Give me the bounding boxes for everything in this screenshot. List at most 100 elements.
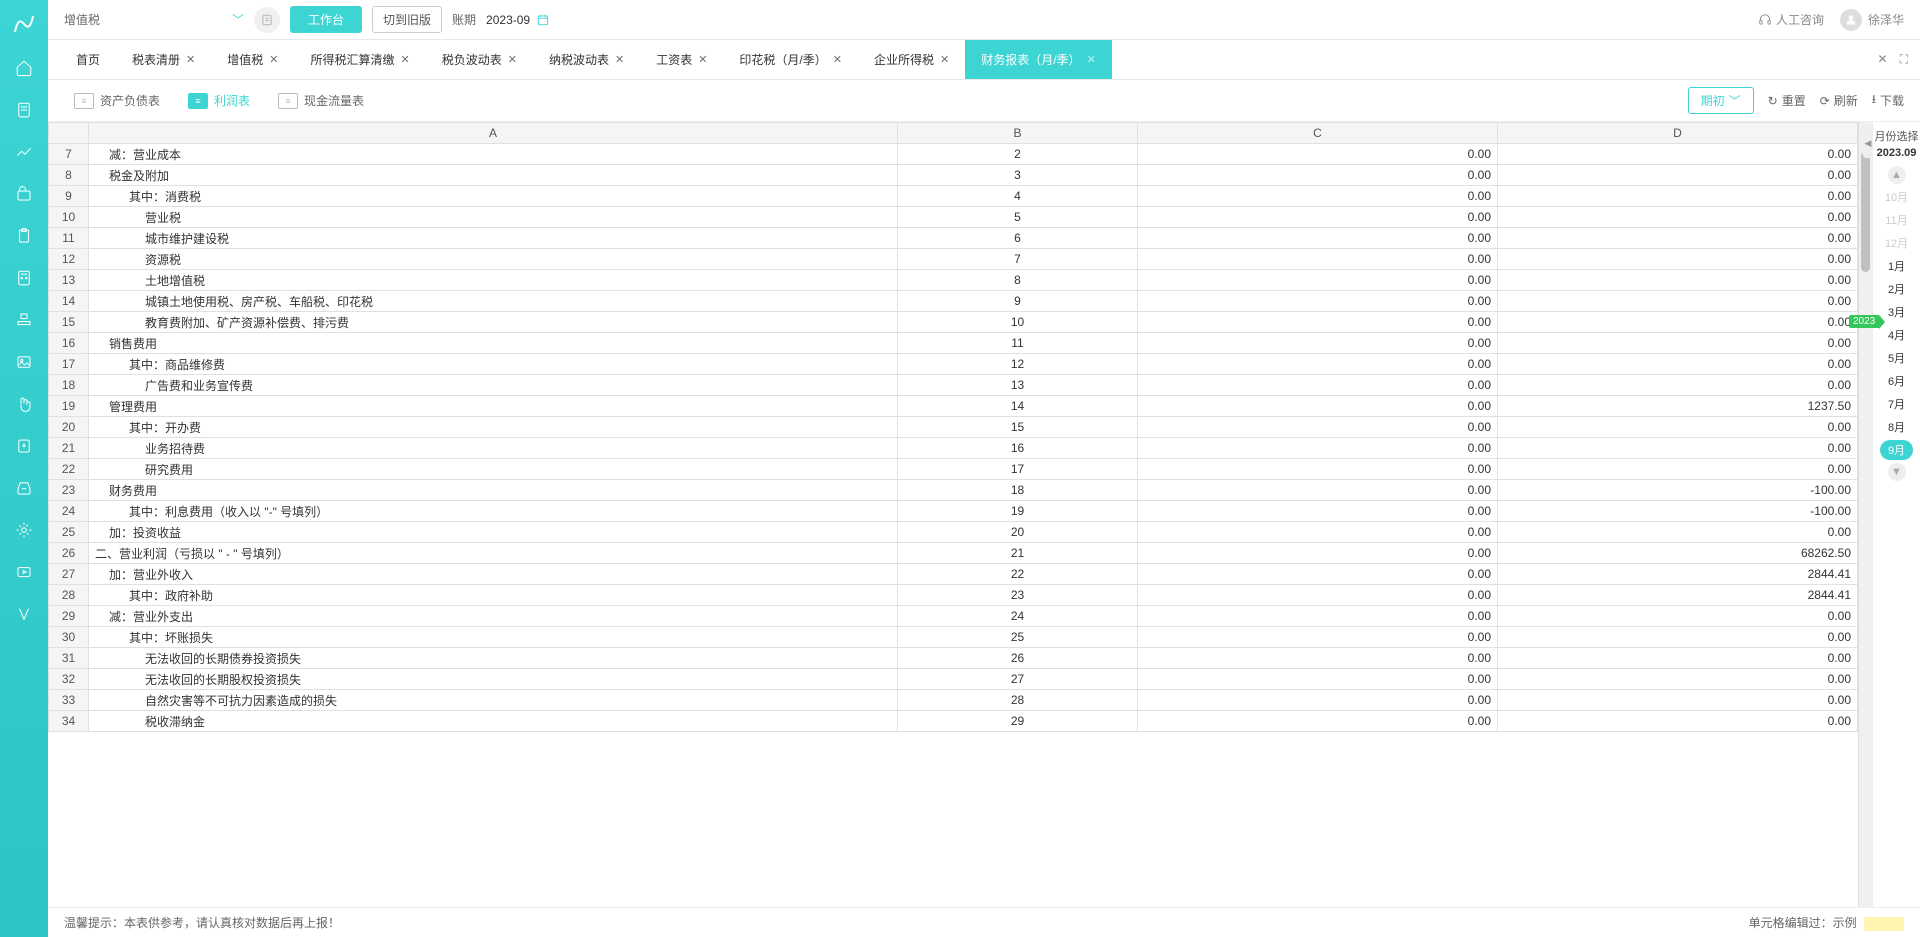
month-item[interactable]: 12月 [1881, 233, 1912, 253]
cell[interactable]: 自然灾害等不可抗力因素造成的损失 [89, 690, 898, 711]
cell[interactable]: 0.00 [1498, 228, 1858, 249]
month-item[interactable]: 9月 [1880, 440, 1913, 460]
tab[interactable]: 税表清册✕ [116, 40, 211, 80]
cell[interactable]: 研究费用 [89, 459, 898, 480]
cell[interactable]: 0.00 [1498, 711, 1858, 732]
cell[interactable]: 9 [898, 291, 1138, 312]
cell[interactable]: 0.00 [1498, 417, 1858, 438]
tab[interactable]: 纳税波动表✕ [533, 40, 640, 80]
row-header[interactable]: 8 [49, 165, 89, 186]
cell[interactable]: 8 [898, 270, 1138, 291]
cell[interactable]: 17 [898, 459, 1138, 480]
row-header[interactable]: 18 [49, 375, 89, 396]
cell[interactable]: 11 [898, 333, 1138, 354]
cell[interactable]: 18 [898, 480, 1138, 501]
cell[interactable]: 0.00 [1138, 459, 1498, 480]
month-item[interactable]: 4月 [1884, 325, 1909, 345]
month-up-icon[interactable]: ▲ [1888, 166, 1906, 184]
cell[interactable]: 1237.50 [1498, 396, 1858, 417]
cell[interactable]: 0.00 [1138, 564, 1498, 585]
company-dropdown[interactable]: 增值税 ﹀ [64, 11, 244, 28]
cell[interactable]: 0.00 [1138, 396, 1498, 417]
cell[interactable]: 25 [898, 627, 1138, 648]
row-header[interactable]: 28 [49, 585, 89, 606]
period-picker[interactable]: 2023-09 [486, 13, 550, 27]
cell[interactable]: 0.00 [1138, 165, 1498, 186]
row-header[interactable]: 24 [49, 501, 89, 522]
col-header-c[interactable]: C [1138, 123, 1498, 144]
cell[interactable]: 2844.41 [1498, 564, 1858, 585]
subtab[interactable]: ≡利润表 [178, 86, 260, 115]
cell[interactable]: 0.00 [1498, 333, 1858, 354]
cell[interactable]: 0.00 [1138, 711, 1498, 732]
cell[interactable]: 0.00 [1138, 207, 1498, 228]
refresh-button[interactable]: ⟳ 刷新 [1820, 92, 1858, 109]
close-icon[interactable]: ✕ [615, 53, 624, 66]
cell[interactable]: 2 [898, 144, 1138, 165]
reset-button[interactable]: ↻ 重置 [1768, 92, 1806, 109]
col-header-d[interactable]: D [1498, 123, 1858, 144]
cell[interactable]: 0.00 [1138, 249, 1498, 270]
cell[interactable]: 二、营业利润（亏损以 " - " 号填列） [89, 543, 898, 564]
cell[interactable]: 业务招待费 [89, 438, 898, 459]
cell[interactable]: 20 [898, 522, 1138, 543]
cell[interactable]: 3 [898, 165, 1138, 186]
cell[interactable]: 0.00 [1138, 522, 1498, 543]
tab[interactable]: 增值税✕ [211, 40, 294, 80]
row-header[interactable]: 22 [49, 459, 89, 480]
letter-v-icon[interactable] [14, 604, 34, 624]
row-header[interactable]: 17 [49, 354, 89, 375]
row-header[interactable]: 31 [49, 648, 89, 669]
cell[interactable]: 0.00 [1498, 690, 1858, 711]
cell[interactable]: 0.00 [1498, 312, 1858, 333]
cell[interactable]: 0.00 [1138, 627, 1498, 648]
cell[interactable]: 7 [898, 249, 1138, 270]
cell[interactable]: 销售费用 [89, 333, 898, 354]
cell[interactable]: 0.00 [1498, 375, 1858, 396]
cell[interactable]: 教育费附加、矿产资源补偿费、排污费 [89, 312, 898, 333]
switch-old-button[interactable]: 切到旧版 [372, 6, 442, 33]
close-icon[interactable]: ✕ [508, 53, 517, 66]
download-button[interactable]: ⭳ 下载 [1872, 90, 1904, 111]
vertical-scrollbar[interactable] [1858, 122, 1872, 907]
tab[interactable]: 所得税汇算清缴✕ [294, 40, 425, 80]
row-header[interactable]: 26 [49, 543, 89, 564]
cell[interactable]: 5 [898, 207, 1138, 228]
cell[interactable]: 管理费用 [89, 396, 898, 417]
cell[interactable]: 0.00 [1498, 144, 1858, 165]
cell[interactable]: 无法收回的长期债券投资损失 [89, 648, 898, 669]
export-icon[interactable] [14, 436, 34, 456]
cell[interactable]: 0.00 [1138, 501, 1498, 522]
cell[interactable]: 营业税 [89, 207, 898, 228]
scrollbar-thumb[interactable] [1861, 152, 1870, 272]
cell[interactable]: 税收滞纳金 [89, 711, 898, 732]
file-icon[interactable] [14, 100, 34, 120]
cell[interactable]: 其中：开办费 [89, 417, 898, 438]
cell[interactable]: 0.00 [1138, 270, 1498, 291]
cell[interactable]: 0.00 [1498, 270, 1858, 291]
collapse-panel-icon[interactable]: ◀ [1863, 128, 1873, 158]
row-header[interactable]: 14 [49, 291, 89, 312]
row-header[interactable]: 20 [49, 417, 89, 438]
row-header[interactable]: 33 [49, 690, 89, 711]
cell[interactable]: 减：营业成本 [89, 144, 898, 165]
month-item[interactable]: 8月 [1884, 417, 1909, 437]
month-item[interactable]: 10月 [1881, 187, 1912, 207]
col-header-b[interactable]: B [898, 123, 1138, 144]
close-icon[interactable]: ✕ [401, 53, 410, 66]
cell[interactable]: 4 [898, 186, 1138, 207]
row-header[interactable]: 25 [49, 522, 89, 543]
cell[interactable]: 加：营业外收入 [89, 564, 898, 585]
close-icon[interactable]: ✕ [833, 53, 842, 66]
row-header[interactable]: 15 [49, 312, 89, 333]
workbench-button[interactable]: 工作台 [290, 6, 362, 33]
row-header[interactable]: 10 [49, 207, 89, 228]
cell[interactable]: 0.00 [1138, 375, 1498, 396]
cell[interactable]: 0.00 [1138, 417, 1498, 438]
row-header[interactable]: 11 [49, 228, 89, 249]
cell[interactable]: 13 [898, 375, 1138, 396]
hand-icon[interactable] [14, 394, 34, 414]
calculator-icon[interactable] [14, 268, 34, 288]
cell[interactable]: -100.00 [1498, 501, 1858, 522]
cell[interactable]: 无法收回的长期股权投资损失 [89, 669, 898, 690]
